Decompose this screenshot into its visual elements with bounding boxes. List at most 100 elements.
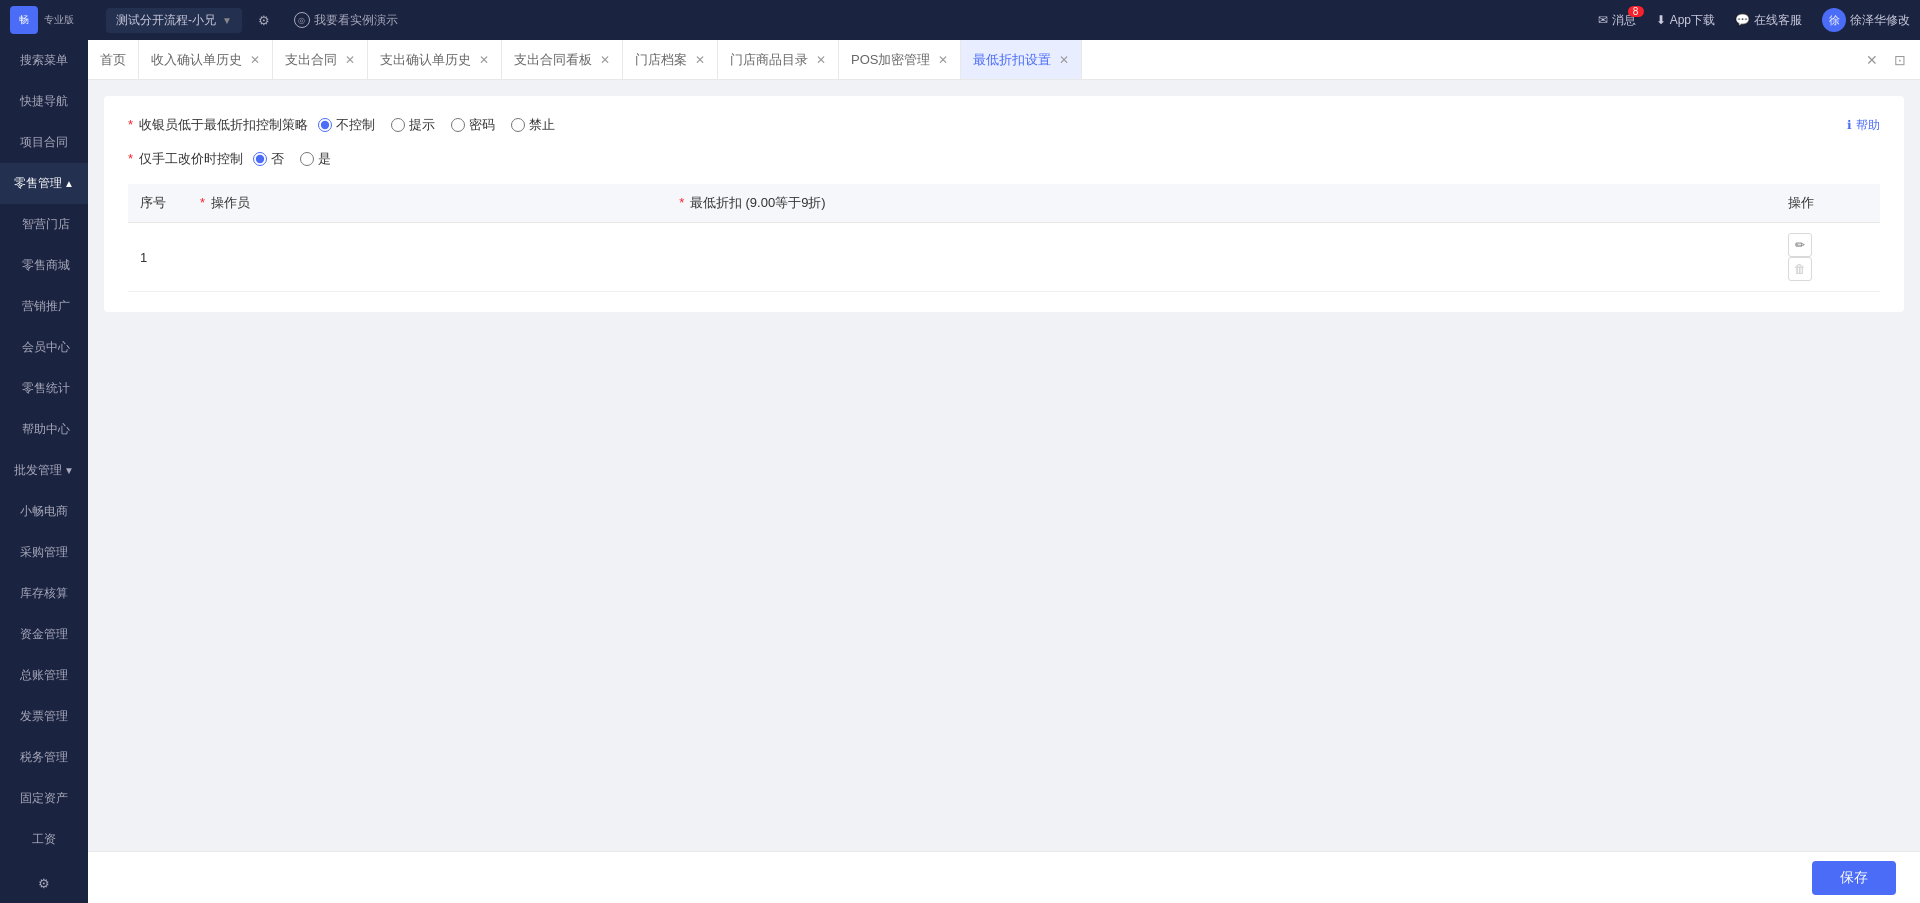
radio-remind[interactable]: 提示 (391, 116, 435, 134)
demo-label: 我要看实例演示 (314, 12, 398, 29)
manual-control-row: * 仅手工改价时控制 否 是 (128, 150, 1880, 168)
tab-close-button[interactable]: ✕ (1860, 48, 1884, 72)
tab-pos-password-label: POS加密管理 (851, 51, 930, 69)
manual-options: 否 是 (253, 150, 331, 168)
tab-payment-board-close[interactable]: ✕ (600, 54, 610, 66)
sidebar-item-capital-mgmt[interactable]: 资金管理 (0, 614, 88, 655)
messages-button[interactable]: ✉ 消息 8 (1598, 12, 1636, 29)
sidebar-item-wholesale-mgmt[interactable]: 批发管理 ▼ (0, 450, 88, 491)
tab-payment-confirm[interactable]: 支出确认单历史 ✕ (368, 40, 502, 80)
online-service-button[interactable]: 💬 在线客服 (1735, 12, 1802, 29)
page-content: * 收银员低于最低折扣控制策略 不控制 提示 (88, 80, 1920, 851)
logo-icon: 畅 (10, 6, 38, 34)
tab-store-catalog-close[interactable]: ✕ (816, 54, 826, 66)
tab-min-discount[interactable]: 最低折扣设置 ✕ (961, 40, 1082, 80)
tab-min-discount-close[interactable]: ✕ (1059, 54, 1069, 66)
user-avatar: 徐 (1822, 8, 1846, 32)
sidebar-wholesale-mgmt-label: 批发管理 (14, 462, 62, 479)
sidebar-item-quick-nav[interactable]: 快捷导航 (0, 81, 88, 122)
radio-password[interactable]: 密码 (451, 116, 495, 134)
sidebar-project-contract-label: 项目合同 (4, 134, 84, 151)
tab-payment-confirm-close[interactable]: ✕ (479, 54, 489, 66)
sidebar-inventory-label: 库存核算 (4, 585, 84, 602)
tab-payment-contract[interactable]: 支出合同 ✕ (273, 40, 368, 80)
th-min-discount: * 最低折扣 (9.00等于9折) (667, 184, 1776, 223)
sidebar-search-label: 搜索菜单 (4, 52, 84, 69)
sidebar-item-search[interactable]: 搜索菜单 (0, 40, 88, 81)
tab-store-catalog-label: 门店商品目录 (730, 51, 808, 69)
sidebar-item-invoice-mgmt[interactable]: 发票管理 (0, 696, 88, 737)
sidebar-item-project-contract[interactable]: 项目合同 (0, 122, 88, 163)
topbar: 畅 专业版 测试分开流程-小兄 ▼ ⚙ ◎ 我要看实例演示 ✉ 消息 8 ⬇ A… (0, 0, 1920, 40)
user-menu[interactable]: 徐 徐泽华修改 (1822, 8, 1910, 32)
user-name: 徐泽华修改 (1850, 12, 1910, 29)
control-strategy-row: * 收银员低于最低折扣控制策略 不控制 提示 (128, 116, 1880, 134)
sidebar-item-member-center[interactable]: 会员中心 (0, 327, 88, 368)
delete-row-button[interactable]: 🗑 (1788, 257, 1812, 281)
tab-income-confirm-close[interactable]: ✕ (250, 54, 260, 66)
sidebar: 搜索菜单 快捷导航 项目合同 零售管理 ▲ 智营门店 零售商城 营销推广 会员中… (0, 40, 88, 903)
sidebar-item-retail-stats[interactable]: 零售统计 (0, 368, 88, 409)
td-min-discount (667, 223, 1776, 292)
table-header-row: 序号 * 操作员 * 最低折扣 (9.00等于9折) 操作 (128, 184, 1880, 223)
help-button[interactable]: ℹ 帮助 (1847, 117, 1880, 134)
settings-icon: ⚙ (258, 13, 270, 28)
online-service-label: 在线客服 (1754, 12, 1802, 29)
sidebar-item-help-center[interactable]: 帮助中心 (0, 409, 88, 450)
tab-maximize-button[interactable]: ⊡ (1888, 48, 1912, 72)
sidebar-marketing-label: 营销推广 (8, 298, 84, 315)
tab-payment-contract-label: 支出合同 (285, 51, 337, 69)
sidebar-item-tax-mgmt[interactable]: 税务管理 (0, 737, 88, 778)
tab-payment-board[interactable]: 支出合同看板 ✕ (502, 40, 623, 80)
radio-forbid[interactable]: 禁止 (511, 116, 555, 134)
project-name: 测试分开流程-小兄 (116, 12, 216, 29)
sidebar-item-retail-mall[interactable]: 零售商城 (0, 245, 88, 286)
sidebar-retail-stats-label: 零售统计 (8, 380, 84, 397)
td-seq: 1 (128, 223, 188, 292)
sidebar-retail-mall-label: 零售商城 (8, 257, 84, 274)
tab-home-label: 首页 (100, 51, 126, 69)
sidebar-item-smart-store[interactable]: 智营门店 (0, 204, 88, 245)
sidebar-item-ecommerce[interactable]: 小畅电商 (0, 491, 88, 532)
sidebar-retail-mgmt-label: 零售管理 (14, 175, 62, 192)
th-actions: 操作 (1776, 184, 1856, 223)
sidebar-item-salary[interactable]: 工资 (0, 819, 88, 860)
sidebar-item-fixed-assets[interactable]: 固定资产 (0, 778, 88, 819)
tabbar-actions: ✕ ⊡ (1852, 48, 1920, 72)
tab-store-archive-close[interactable]: ✕ (695, 54, 705, 66)
demo-button[interactable]: ◎ 我要看实例演示 (294, 12, 398, 29)
tab-home[interactable]: 首页 (88, 40, 139, 80)
sidebar-item-inventory[interactable]: 库存核算 (0, 573, 88, 614)
sidebar-item-marketing[interactable]: 营销推广 (0, 286, 88, 327)
th-operator: * 操作员 (188, 184, 667, 223)
retail-mgmt-arrow: ▲ (64, 178, 74, 189)
wholesale-mgmt-arrow: ▼ (64, 465, 74, 476)
tab-store-catalog[interactable]: 门店商品目录 ✕ (718, 40, 839, 80)
app-download-button[interactable]: ⬇ App下载 (1656, 12, 1715, 29)
sidebar-item-purchase-mgmt[interactable]: 采购管理 (0, 532, 88, 573)
sidebar-settings-button[interactable]: ⚙ (0, 864, 88, 903)
tab-payment-contract-close[interactable]: ✕ (345, 54, 355, 66)
sidebar-tax-mgmt-label: 税务管理 (4, 749, 84, 766)
page-footer: 保存 (88, 851, 1920, 903)
sidebar-item-ledger-mgmt[interactable]: 总账管理 (0, 655, 88, 696)
tab-store-archive[interactable]: 门店档案 ✕ (623, 40, 718, 80)
tab-payment-board-label: 支出合同看板 (514, 51, 592, 69)
tab-pos-password[interactable]: POS加密管理 ✕ (839, 40, 961, 80)
radio-no[interactable]: 否 (253, 150, 284, 168)
control-options: 不控制 提示 密码 禁 (318, 116, 555, 134)
sidebar-fixed-assets-label: 固定资产 (4, 790, 84, 807)
radio-no-control[interactable]: 不控制 (318, 116, 375, 134)
tab-pos-password-close[interactable]: ✕ (938, 54, 948, 66)
radio-yes[interactable]: 是 (300, 150, 331, 168)
project-selector[interactable]: 测试分开流程-小兄 ▼ (106, 8, 242, 33)
demo-icon: ◎ (294, 12, 310, 28)
settings-button[interactable]: ⚙ (250, 6, 278, 34)
tab-income-confirm[interactable]: 收入确认单历史 ✕ (139, 40, 273, 80)
sidebar-item-retail-mgmt[interactable]: 零售管理 ▲ (0, 163, 88, 204)
manual-control-label: * 仅手工改价时控制 (128, 150, 243, 168)
save-button[interactable]: 保存 (1812, 861, 1896, 895)
edit-row-button[interactable]: ✏ (1788, 233, 1812, 257)
control-strategy-label: * 收银员低于最低折扣控制策略 (128, 116, 308, 134)
message-icon: ✉ (1598, 13, 1608, 27)
